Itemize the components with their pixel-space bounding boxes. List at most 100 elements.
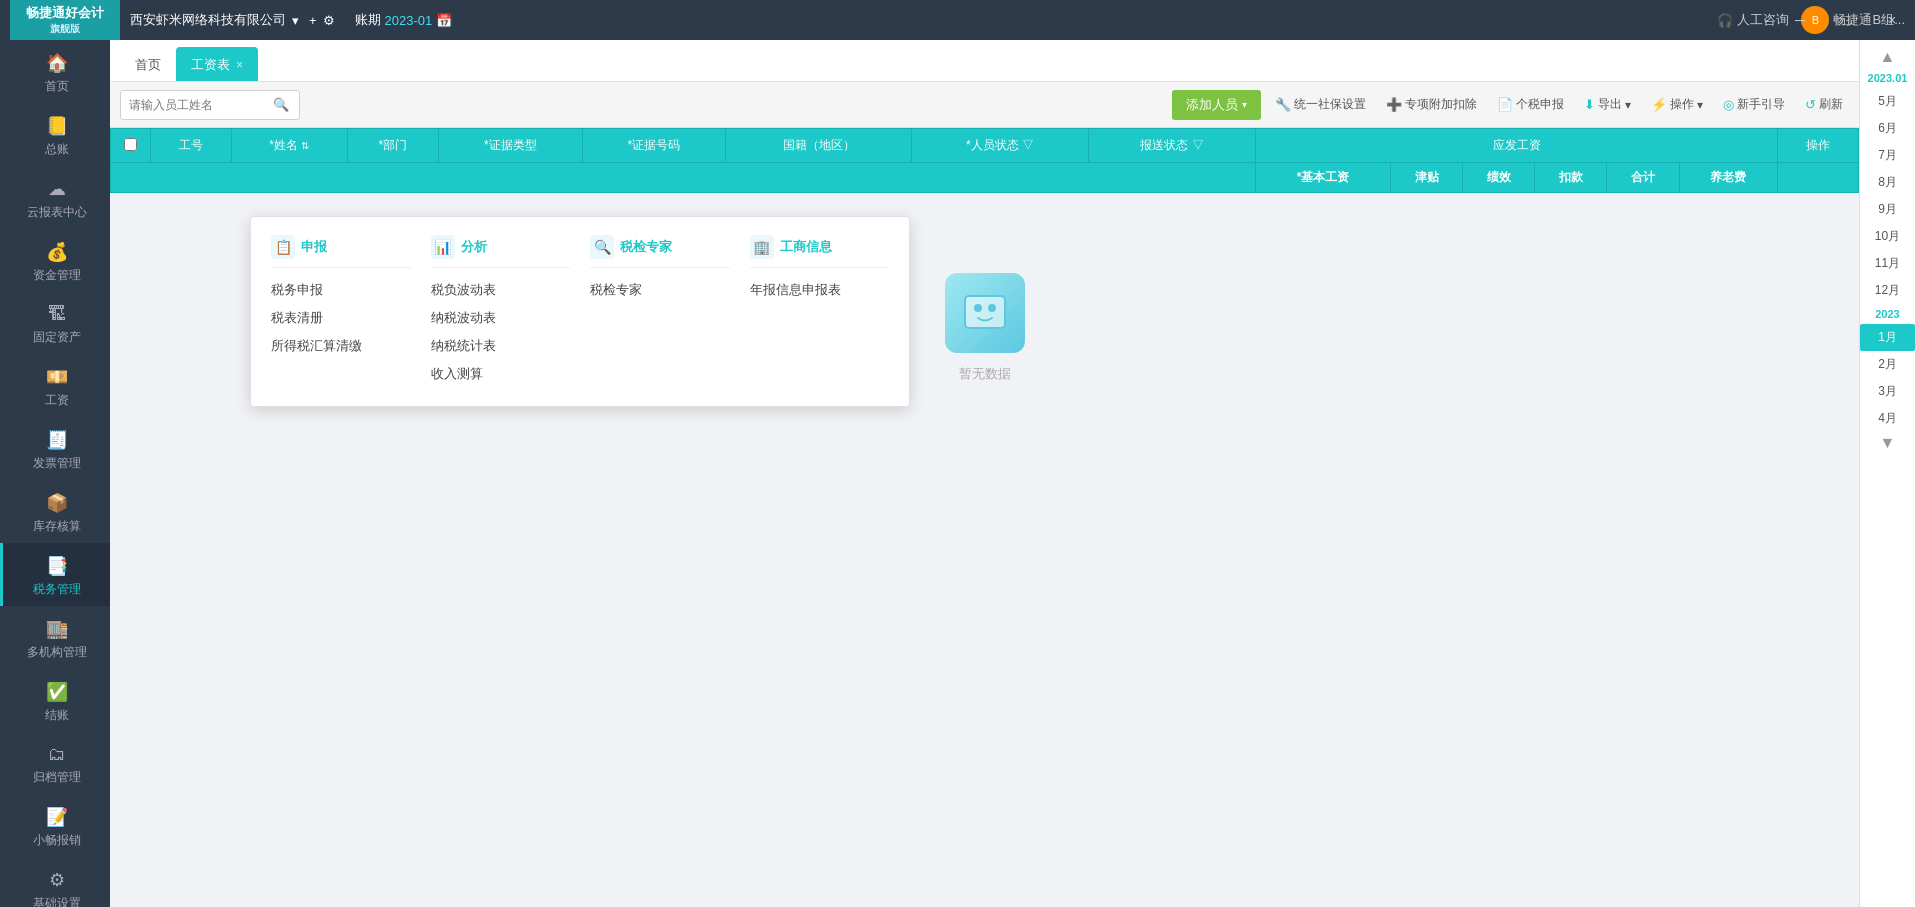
sidebar-item-fund[interactable]: 💰 资金管理 [0, 229, 110, 292]
tax-declaration-btn[interactable]: 📄 个税申报 [1491, 96, 1570, 113]
section-title-tax-expert: 🔍 税检专家 [590, 235, 730, 268]
menu-item-tax-fluctuation[interactable]: 纳税波动表 [431, 304, 571, 332]
section-title-analysis: 📊 分析 [431, 235, 571, 268]
sidebar-label-home: 首页 [45, 78, 69, 95]
report-filter-icon[interactable]: ▽ [1192, 138, 1204, 152]
col-report-status[interactable]: 报送状态 ▽ [1089, 129, 1256, 163]
cal-month-11[interactable]: 11月 [1860, 250, 1915, 277]
menu-item-tax-declaration[interactable]: 税务申报 [271, 276, 411, 304]
fixed-assets-icon: 🏗 [48, 304, 66, 325]
sort-icon[interactable]: ⇅ [301, 140, 309, 151]
special-deduction-icon: ➕ [1386, 97, 1402, 112]
sidebar-item-xiaochang[interactable]: 📝 小畅报销 [0, 794, 110, 857]
col-region: 国籍（地区） [726, 129, 912, 163]
cal-month-3[interactable]: 3月 [1860, 378, 1915, 405]
calendar-header: 2023.01 [1868, 68, 1908, 88]
toolbar: 🔍 添加人员 ▾ 🔧 统一社保设置 ➕ 专项附加扣除 📄 个税申报 ⬇ 导出 [110, 82, 1859, 128]
search-input[interactable] [129, 98, 269, 112]
col-id: 工号 [151, 129, 232, 163]
settings-icon[interactable]: ⚙ [323, 13, 335, 28]
add-icon[interactable]: + [309, 13, 317, 28]
col-name[interactable]: *姓名 ⇅ [231, 129, 347, 163]
cal-month-6[interactable]: 6月 [1860, 115, 1915, 142]
cal-month-12[interactable]: 12月 [1860, 277, 1915, 304]
sidebar-label-xiaochang: 小畅报销 [33, 832, 81, 849]
sub-col-deduction: 扣款 [1535, 163, 1607, 193]
close-button[interactable]: × [1869, 0, 1915, 40]
maximize-button[interactable]: □ [1823, 0, 1869, 40]
menu-item-tax-form-list[interactable]: 税表清册 [271, 304, 411, 332]
dropdown-section-analysis: 📊 分析 税负波动表 纳税波动表 纳税统计表 收入测算 [421, 227, 581, 396]
sidebar-item-multi-org[interactable]: 🏬 多机构管理 [0, 606, 110, 669]
dropdown-menu: 📋 申报 税务申报 税表清册 所得税汇算清缴 📊 分析 税负波动表 纳税波动表 … [250, 216, 910, 407]
multi-org-icon: 🏬 [46, 618, 68, 640]
analysis-icon: 📊 [431, 235, 455, 259]
refresh-btn[interactable]: ↺ 刷新 [1799, 96, 1849, 113]
svg-point-1 [974, 304, 982, 312]
menu-item-income-tax-settlement[interactable]: 所得税汇算清缴 [271, 332, 411, 360]
col-name-label: *姓名 [269, 138, 298, 152]
calendar-icon[interactable]: 📅 [436, 13, 452, 28]
menu-item-income-estimate[interactable]: 收入测算 [431, 360, 571, 388]
sidebar-item-ledger[interactable]: 📒 总账 [0, 103, 110, 166]
social-security-btn[interactable]: 🔧 统一社保设置 [1269, 96, 1372, 113]
cal-month-10[interactable]: 10月 [1860, 223, 1915, 250]
cal-month-1[interactable]: 1月 [1860, 324, 1915, 351]
cal-month-9[interactable]: 9月 [1860, 196, 1915, 223]
cal-month-7[interactable]: 7月 [1860, 142, 1915, 169]
sidebar-item-archive[interactable]: 🗂 归档管理 [0, 732, 110, 794]
ledger-icon: 📒 [46, 115, 68, 137]
sub-col-total: 合计 [1607, 163, 1679, 193]
operation-btn[interactable]: ⚡ 操作 ▾ [1645, 96, 1709, 113]
period-selector[interactable]: 账期 2023-01 📅 [355, 11, 453, 29]
sidebar-item-basic-settings[interactable]: ⚙ 基础设置 [0, 857, 110, 907]
menu-item-annual-report[interactable]: 年报信息申报表 [750, 276, 890, 304]
cal-month-2[interactable]: 2月 [1860, 351, 1915, 378]
headset-icon: 🎧 [1717, 13, 1733, 28]
sidebar-label-close: 结账 [45, 707, 69, 724]
sidebar-item-tax[interactable]: 📑 税务管理 [0, 543, 110, 606]
select-all-checkbox[interactable] [111, 129, 151, 163]
export-btn[interactable]: ⬇ 导出 ▾ [1578, 96, 1637, 113]
home-icon: 🏠 [46, 52, 68, 74]
sidebar-label-inventory: 库存核算 [33, 518, 81, 535]
sidebar-item-home[interactable]: 🏠 首页 [0, 40, 110, 103]
menu-item-tax-statistics[interactable]: 纳税统计表 [431, 332, 571, 360]
company-selector[interactable]: 西安虾米网络科技有限公司 ▾ + ⚙ [130, 11, 335, 29]
section-label-business-info: 工商信息 [780, 238, 832, 256]
col-status[interactable]: *人员状态 ▽ [912, 129, 1089, 163]
sidebar-item-inventory[interactable]: 📦 库存核算 [0, 480, 110, 543]
new-guide-btn[interactable]: ◎ 新手引导 [1717, 96, 1791, 113]
tab-close-icon[interactable]: × [236, 58, 243, 72]
salary-icon: 💴 [46, 366, 68, 388]
filter-icon[interactable]: ▽ [1022, 138, 1034, 152]
sidebar-item-invoice[interactable]: 🧾 发票管理 [0, 417, 110, 480]
tab-home[interactable]: 首页 [120, 47, 176, 81]
sidebar-label-invoice: 发票管理 [33, 455, 81, 472]
salary-table: 工号 *姓名 ⇅ *部门 *证据类型 *证据号码 国籍（地区） *人员状态 ▽ [110, 128, 1859, 193]
sub-col-allowance: 津贴 [1390, 163, 1462, 193]
special-deduction-btn[interactable]: ➕ 专项附加扣除 [1380, 96, 1483, 113]
cal-month-4[interactable]: 4月 [1860, 405, 1915, 432]
sidebar-item-close-account[interactable]: ✅ 结账 [0, 669, 110, 732]
col-wage-group: 应发工资 [1256, 129, 1778, 163]
checkbox-all[interactable] [124, 138, 137, 151]
sidebar-item-salary[interactable]: 💴 工资 [0, 354, 110, 417]
sidebar-label-basic-settings: 基础设置 [33, 895, 81, 907]
export-chevron-icon: ▾ [1625, 98, 1631, 112]
inventory-icon: 📦 [46, 492, 68, 514]
cal-month-5[interactable]: 5月 [1860, 88, 1915, 115]
cal-month-8[interactable]: 8月 [1860, 169, 1915, 196]
calendar-up-btn[interactable]: ▲ [1880, 46, 1896, 68]
sidebar-item-fixed-assets[interactable]: 🏗 固定资产 [0, 292, 110, 354]
chevron-down-icon[interactable]: ▾ [292, 13, 299, 28]
menu-item-tax-expert[interactable]: 税检专家 [590, 276, 730, 304]
menu-item-tax-burden[interactable]: 税负波动表 [431, 276, 571, 304]
minimize-button[interactable]: ─ [1777, 0, 1823, 40]
sidebar-item-cloud-report[interactable]: ☁ 云报表中心 [0, 166, 110, 229]
tab-salary[interactable]: 工资表 × [176, 47, 258, 81]
calendar-down-btn[interactable]: ▼ [1880, 432, 1896, 454]
add-employee-button[interactable]: 添加人员 ▾ [1172, 90, 1261, 120]
search-box[interactable]: 🔍 [120, 90, 300, 120]
right-panel: ▲ 2023.01 5月 6月 7月 8月 9月 10月 11月 12月 202… [1859, 40, 1915, 907]
